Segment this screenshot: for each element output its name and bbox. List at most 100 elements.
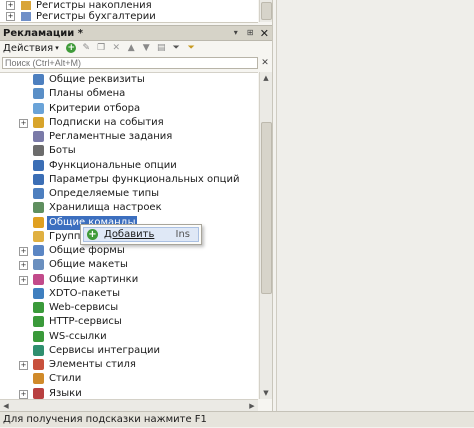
workspace-area xyxy=(276,0,474,411)
tree-item-label: Языки xyxy=(49,387,82,399)
tree-item-label: Общие формы xyxy=(49,245,125,256)
tree-item-label: Общие макеты xyxy=(49,259,128,271)
tree-item[interactable]: Стили xyxy=(0,372,258,386)
copy-icon[interactable]: ❐ xyxy=(95,42,108,54)
upper-tree: + Регистры накопления + Регистры бухгалт… xyxy=(0,0,258,23)
expand-toggle[interactable]: + xyxy=(6,1,15,10)
integration-services-icon xyxy=(33,344,44,356)
context-menu: + Добавить Ins xyxy=(80,224,202,245)
tree-item[interactable]: Определяемые типы xyxy=(0,187,258,201)
tree-item-label: Боты xyxy=(49,145,76,157)
actions-menu-button[interactable]: Действия ▾ xyxy=(0,43,59,54)
tree-scrollbar[interactable]: ▲ ▼ xyxy=(259,72,272,399)
tree-item-label: WS-ссылки xyxy=(49,330,107,342)
tree-item-label: Web-сервисы xyxy=(49,302,119,313)
search-input[interactable] xyxy=(2,57,258,69)
clear-filter-icon[interactable]: ⏷ xyxy=(185,42,198,54)
tree-item[interactable]: Критерии отбора xyxy=(0,102,258,116)
tree-item-label: Хранилища настроек xyxy=(49,202,162,214)
bots-icon xyxy=(33,145,44,157)
tree-item[interactable]: + Общие макеты xyxy=(0,258,258,272)
tree-item-label: Критерии отбора xyxy=(49,102,141,114)
tree-item-label: Определяемые типы xyxy=(49,188,160,199)
tree-item-label: Общие картинки xyxy=(49,273,139,285)
tree-item[interactable]: + Подписки на события xyxy=(0,116,258,130)
expand-toggle[interactable]: + xyxy=(6,12,15,21)
tree-scroll-thumb[interactable] xyxy=(261,122,272,294)
sort-icon[interactable]: ▤ xyxy=(155,42,168,54)
tree-item-label: Параметры функциональных опций xyxy=(49,173,240,185)
edit-icon[interactable]: ✎ xyxy=(80,42,93,54)
xdto-packages-icon xyxy=(33,287,44,299)
tree-item[interactable]: Общие реквизиты xyxy=(0,73,258,87)
tree-item-label: Сервисы интеграции xyxy=(49,344,160,356)
tree-item[interactable]: Web-сервисы xyxy=(0,301,258,315)
close-icon[interactable]: ✕ xyxy=(260,28,269,39)
actions-label: Действия xyxy=(3,42,54,54)
expand-toggle[interactable]: + xyxy=(19,247,28,256)
common-templates-icon xyxy=(33,259,44,271)
expand-toggle[interactable]: + xyxy=(19,361,28,370)
tree-item[interactable]: Сервисы интеграции xyxy=(0,344,258,358)
panel-title: Рекламации * xyxy=(3,27,84,39)
tree-item[interactable]: Планы обмена xyxy=(0,87,258,101)
http-services-icon xyxy=(33,316,44,328)
tree-item-label: HTTP-сервисы xyxy=(49,316,122,328)
tree-item[interactable]: + Элементы стиля xyxy=(0,358,258,372)
tree-item-label: Общие реквизиты xyxy=(49,74,145,85)
upper-scroll-thumb[interactable] xyxy=(261,2,272,20)
context-menu-add-item[interactable]: + Добавить Ins xyxy=(83,227,199,242)
tree-item[interactable]: Хранилища настроек xyxy=(0,201,258,215)
command-groups-icon xyxy=(33,230,44,242)
tree-item[interactable]: Боты xyxy=(0,144,258,158)
expand-toggle[interactable]: + xyxy=(19,389,28,399)
expand-toggle[interactable]: + xyxy=(19,275,28,285)
clear-search-icon[interactable]: ✕ xyxy=(260,57,270,69)
expand-toggle[interactable]: + xyxy=(19,261,28,271)
dock-icon[interactable]: ⊞ xyxy=(247,29,255,37)
tree-item[interactable]: WS-ссылки xyxy=(0,330,258,344)
scroll-down-icon[interactable]: ▼ xyxy=(260,387,272,399)
tree-item-label: Регистры накопления xyxy=(36,0,152,11)
tree-item-label: Регламентные задания xyxy=(49,131,173,142)
tree-item[interactable]: Функциональные опции xyxy=(0,159,258,173)
tree-item-label: Регистры бухгалтерии xyxy=(36,11,156,22)
languages-icon xyxy=(33,387,44,399)
tree-item[interactable]: XDTO-пакеты xyxy=(0,287,258,301)
move-down-icon[interactable]: ▼ xyxy=(140,42,153,54)
context-menu-shortcut: Ins xyxy=(175,229,191,240)
tree-item-accounting-registers[interactable]: + Регистры бухгалтерии xyxy=(6,11,156,22)
scroll-up-icon[interactable]: ▲ xyxy=(260,72,272,84)
tree-item-accumulation-registers[interactable]: + Регистры накопления xyxy=(6,0,152,11)
expand-toggle[interactable]: + xyxy=(19,118,28,128)
ws-references-icon xyxy=(33,330,44,342)
tree-item-label: XDTO-пакеты xyxy=(49,287,120,299)
add-icon[interactable]: + xyxy=(65,42,78,54)
tree-item[interactable]: Параметры функциональных опций xyxy=(0,173,258,187)
tree-item[interactable]: + Общие картинки xyxy=(0,273,258,287)
metadata-panel: + Регистры накопления + Регистры бухгалт… xyxy=(0,0,273,412)
filter-criteria-icon xyxy=(33,102,44,114)
panel-toolbar: Действия ▾ + ✎ ❐ ✕ ▲ ▼ ▤ ⏷ ⏷ xyxy=(0,41,272,55)
common-commands-icon xyxy=(33,216,44,228)
context-menu-add-label: Добавить xyxy=(104,229,155,240)
scheduled-jobs-icon xyxy=(33,131,44,142)
add-icon: + xyxy=(87,229,98,240)
filter-icon[interactable]: ⏷ xyxy=(170,42,183,54)
tree-item[interactable]: + Общие формы xyxy=(0,244,258,258)
accumulation-register-icon xyxy=(21,1,31,10)
tree-item-label: Планы обмена xyxy=(49,88,126,100)
functional-options-icon xyxy=(33,159,44,171)
tree-item[interactable]: + Языки xyxy=(0,387,258,401)
move-up-icon[interactable]: ▲ xyxy=(125,42,138,54)
pin-icon[interactable]: ▾ xyxy=(234,29,242,37)
tree-item-label: Подписки на события xyxy=(49,116,164,128)
common-forms-icon xyxy=(33,245,44,256)
chevron-down-icon: ▾ xyxy=(55,44,59,52)
tree-item[interactable]: Регламентные задания xyxy=(0,130,258,144)
style-items-icon xyxy=(33,359,44,370)
upper-scrollbar[interactable] xyxy=(259,0,272,22)
web-services-icon xyxy=(33,302,44,313)
tree-item[interactable]: HTTP-сервисы xyxy=(0,315,258,329)
delete-icon[interactable]: ✕ xyxy=(110,42,123,54)
